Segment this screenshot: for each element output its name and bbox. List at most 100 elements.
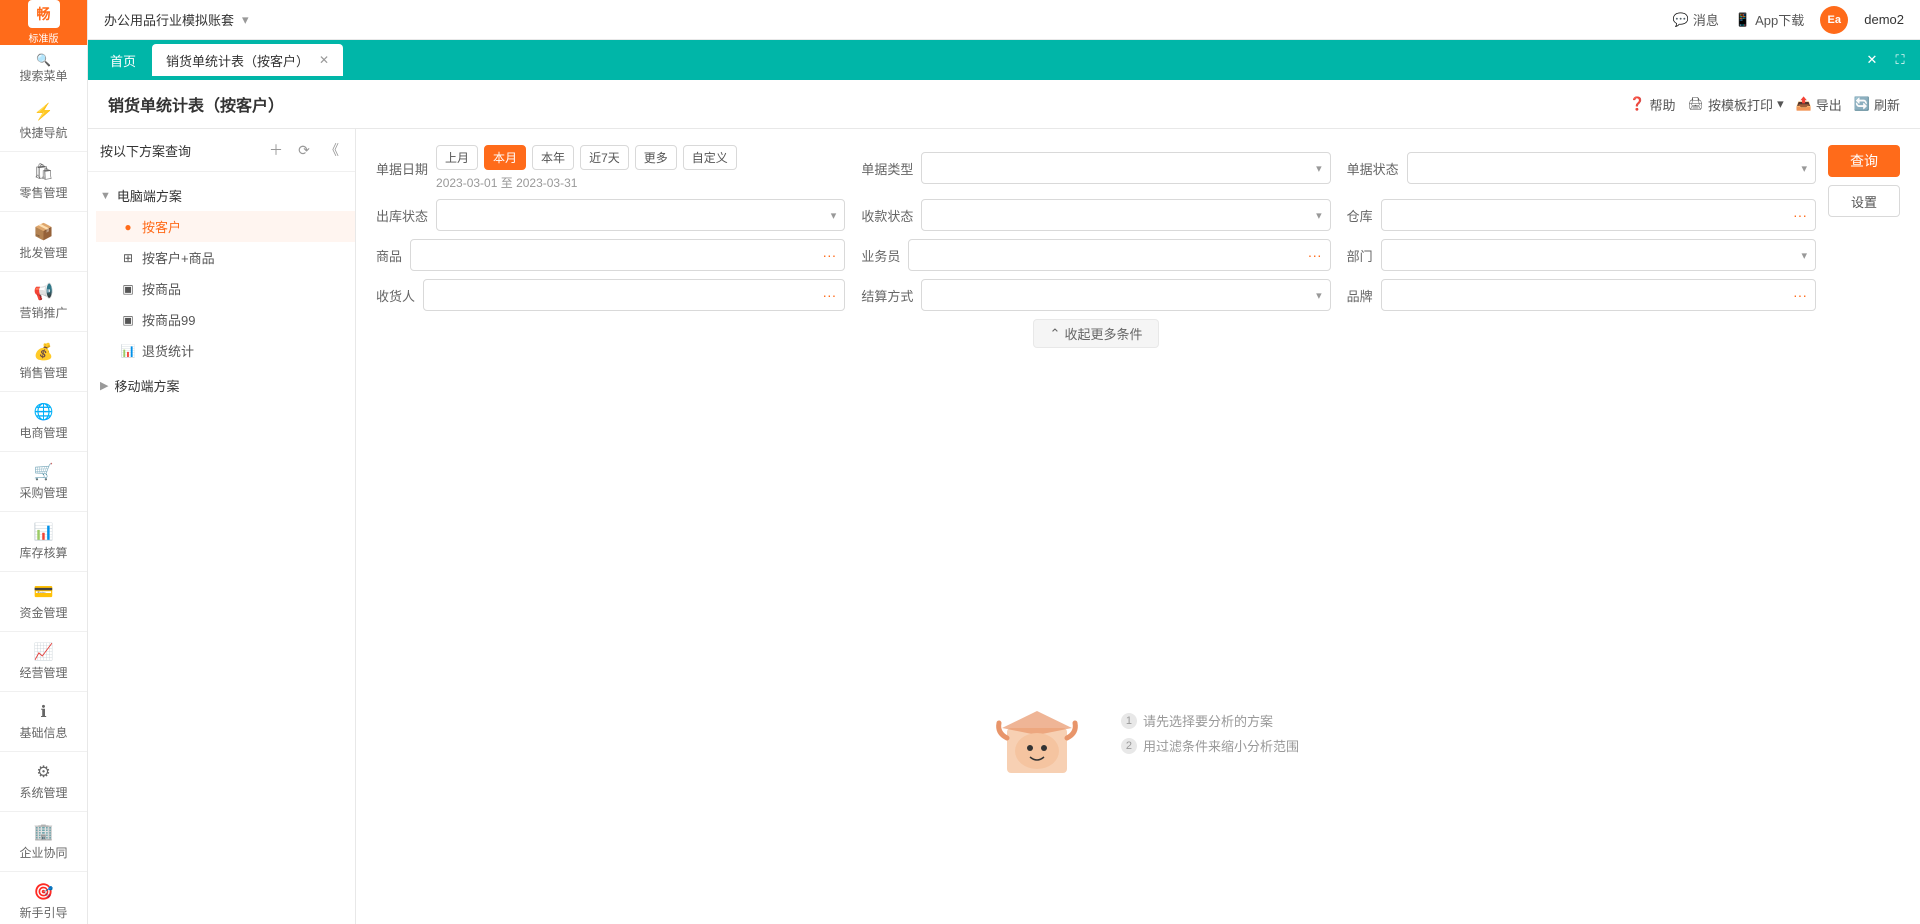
app-download-btn[interactable]: 📱 App下载 <box>1735 10 1804 29</box>
sidebar-item-sales[interactable]: 💰 销售管理 <box>0 332 87 392</box>
date-label: 单据日期 <box>376 159 428 178</box>
date-btn-custom[interactable]: 自定义 <box>683 145 737 170</box>
topbar-dropdown-icon[interactable]: ▾ <box>242 12 249 28</box>
tabs-bar: 首页 销货单统计表（按客户） ✕ ✕ ⛶ <box>88 40 1920 80</box>
scheme-item-by-product-99[interactable]: ▣ 按商品99 <box>96 304 355 335</box>
app-logo: 畅 标准版 <box>0 0 88 45</box>
product-input[interactable]: ··· <box>410 239 845 271</box>
doc-status-arrow-icon: ▾ <box>1801 162 1807 175</box>
group-arrow-right-icon: ▶ <box>100 379 108 392</box>
sidebar-item-purchase[interactable]: 🛒 采购管理 <box>0 452 87 512</box>
salesperson-input[interactable]: ··· <box>908 239 1330 271</box>
brand-dots-icon[interactable]: ··· <box>1793 287 1807 303</box>
date-btn-more[interactable]: 更多 <box>635 145 677 170</box>
tab-home[interactable]: 首页 <box>96 44 150 76</box>
sidebar-item-marketing[interactable]: 📢 营销推广 <box>0 272 87 332</box>
scheme-group-pc-header[interactable]: ▼ 电脑端方案 <box>88 180 355 211</box>
brand-input[interactable]: ··· <box>1381 279 1816 311</box>
sidebar-item-ecommerce[interactable]: 🌐 电商管理 <box>0 392 87 452</box>
sidebar-item-finance[interactable]: 💳 资金管理 <box>0 572 87 632</box>
help-icon: ❓ <box>1629 96 1645 112</box>
user-name[interactable]: demo2 <box>1864 12 1904 27</box>
filter-row-2: 出库状态 ▾ 收款状态 <box>376 199 1816 231</box>
print-icon: 🖨 <box>1688 96 1705 112</box>
sidebar: 畅 标准版 🔍 搜索菜单 ⚡ 快捷导航 🛍 零售管理 📦 批发管理 📢 营销推广… <box>0 0 88 924</box>
sidebar-item-inventory[interactable]: 📊 库存核算 <box>0 512 87 572</box>
inventory-icon: 📊 <box>34 522 54 542</box>
out-status-arrow-icon: ▾ <box>831 209 837 222</box>
logo-icon: 畅 <box>28 0 60 28</box>
warehouse-dots-icon[interactable]: ··· <box>1793 207 1807 223</box>
filter-date: 单据日期 上月 本月 本年 近7天 更多 自定义 <box>376 145 845 191</box>
scheme-item-by-customer[interactable]: ● 按客户 <box>96 211 355 242</box>
query-btn[interactable]: 查询 <box>1828 145 1900 177</box>
settings-btn[interactable]: 设置 <box>1828 185 1900 217</box>
settlement-arrow-icon: ▾ <box>1316 289 1322 302</box>
settlement-select[interactable]: ▾ <box>921 279 1330 311</box>
refresh-icon: 🔄 <box>1854 96 1870 112</box>
filter-row-3: 商品 ··· 业务员 <box>376 239 1816 271</box>
message-btn[interactable]: 💬 消息 <box>1673 10 1719 29</box>
tab-close-window-btn[interactable]: ✕ <box>1860 48 1884 72</box>
group-arrow-down-icon: ▼ <box>100 190 111 202</box>
out-status-select[interactable]: ▾ <box>436 199 845 231</box>
consignee-input[interactable]: ··· <box>423 279 845 311</box>
filter-out-status: 出库状态 ▾ <box>376 199 845 231</box>
export-btn[interactable]: 📤 导出 <box>1796 95 1842 114</box>
scheme-item-by-customer-product[interactable]: ⊞ 按客户+商品 <box>96 242 355 273</box>
scheme-items-pc: ● 按客户 ⊞ 按客户+商品 ▣ 按商品 <box>88 211 355 366</box>
sidebar-item-system[interactable]: ⚙ 系统管理 <box>0 752 87 812</box>
sidebar-item-wholesale[interactable]: 📦 批发管理 <box>0 212 87 272</box>
hint-number-1: 1 <box>1121 713 1137 729</box>
scheme-item-by-product[interactable]: ▣ 按商品 <box>96 273 355 304</box>
sidebar-item-guide[interactable]: 🎯 新手引导 <box>0 872 87 924</box>
tab-active[interactable]: 销货单统计表（按客户） ✕ <box>152 44 343 76</box>
sidebar-item-retail[interactable]: 🛍 零售管理 <box>0 152 87 212</box>
date-btn-7days[interactable]: 近7天 <box>580 145 629 170</box>
date-btn-last-month[interactable]: 上月 <box>436 145 478 170</box>
tab-close-icon[interactable]: ✕ <box>319 53 329 67</box>
settlement-label: 结算方式 <box>861 286 913 305</box>
scheme-refresh-icon[interactable]: ⟳ <box>293 139 315 161</box>
filter-receipt-status: 收款状态 ▾ <box>861 199 1330 231</box>
doc-type-select[interactable]: ▾ <box>921 152 1330 184</box>
sidebar-item-quick-nav[interactable]: ⚡ 快捷导航 <box>0 92 87 152</box>
scheme-group-mobile-header[interactable]: ▶ 移动端方案 <box>88 370 355 401</box>
empty-content: 1 请先选择要分析的方案 2 用过滤条件来缩小分析范围 <box>977 673 1299 793</box>
doc-status-select[interactable]: ▾ <box>1407 152 1816 184</box>
sidebar-item-operations[interactable]: 📈 经营管理 <box>0 632 87 692</box>
filter-consignee: 收货人 ··· <box>376 279 845 311</box>
product-dots-icon[interactable]: ··· <box>822 247 836 263</box>
help-btn[interactable]: ❓ 帮助 <box>1629 95 1675 114</box>
sidebar-item-basic-info[interactable]: ℹ 基础信息 <box>0 692 87 752</box>
date-btn-this-year[interactable]: 本年 <box>532 145 574 170</box>
scheme-collapse-icon[interactable]: 《 <box>321 139 343 161</box>
filter-panel: 单据日期 上月 本月 本年 近7天 更多 自定义 <box>356 129 1920 543</box>
scheme-header-actions: ＋ ⟳ 《 <box>265 139 343 161</box>
receipt-status-select[interactable]: ▾ <box>921 199 1330 231</box>
refresh-btn[interactable]: 🔄 刷新 <box>1854 95 1900 114</box>
filter-product: 商品 ··· <box>376 239 845 271</box>
date-range-bar: 上月 本月 本年 近7天 更多 自定义 <box>436 145 845 170</box>
scheme-item-return-stats[interactable]: 📊 退货统计 <box>96 335 355 366</box>
filter-row-1: 单据日期 上月 本月 本年 近7天 更多 自定义 <box>376 145 1816 191</box>
dept-select[interactable]: ▾ <box>1381 239 1816 271</box>
export-icon: 📤 <box>1796 96 1812 112</box>
filter-dept: 部门 ▾ <box>1347 239 1816 271</box>
tab-fullscreen-btn[interactable]: ⛶ <box>1888 48 1912 72</box>
collapse-icon: ⌃ <box>1050 326 1061 342</box>
hint-number-2: 2 <box>1121 738 1137 754</box>
consignee-dots-icon[interactable]: ··· <box>822 287 836 303</box>
user-avatar[interactable]: Ea <box>1820 6 1848 34</box>
empty-hint-2: 2 用过滤条件来缩小分析范围 <box>1121 736 1299 755</box>
collapse-filter-btn[interactable]: ⌃ 收起更多条件 <box>1033 319 1160 348</box>
empty-illustration <box>977 673 1097 793</box>
scheme-add-btn[interactable]: ＋ <box>265 139 287 161</box>
salesperson-dots-icon[interactable]: ··· <box>1308 247 1322 263</box>
by-customer-icon: ● <box>120 219 136 235</box>
sidebar-item-search[interactable]: 🔍 搜索菜单 <box>0 45 87 92</box>
warehouse-input[interactable]: ··· <box>1381 199 1816 231</box>
sidebar-item-enterprise[interactable]: 🏢 企业协同 <box>0 812 87 872</box>
print-btn[interactable]: 🖨 按模板打印 ▾ <box>1688 95 1784 114</box>
date-btn-this-month[interactable]: 本月 <box>484 145 526 170</box>
